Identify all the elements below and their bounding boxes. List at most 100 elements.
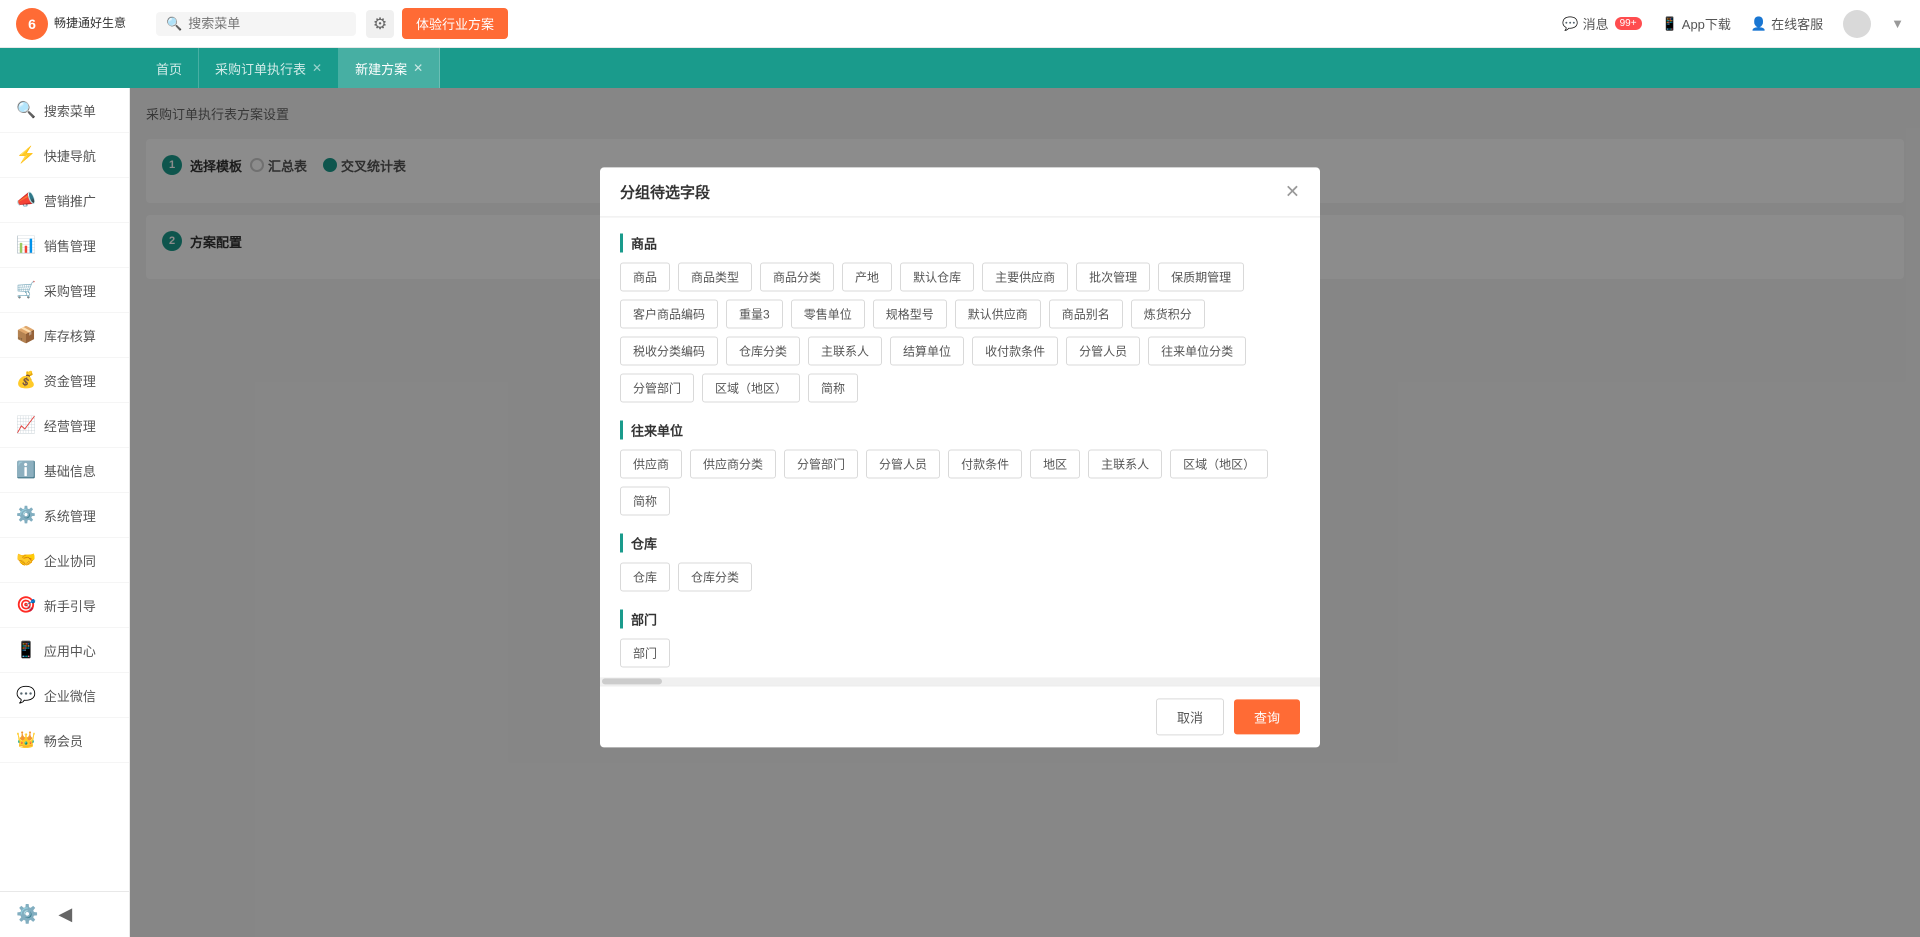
field-tag[interactable]: 分管部门	[620, 373, 694, 402]
field-tag[interactable]: 供应商	[620, 449, 682, 478]
sidebar-label-finance: 资金管理	[44, 371, 96, 390]
sidebar-collapse-button[interactable]: ◀	[58, 904, 72, 925]
guide-icon: 🎯	[16, 595, 36, 615]
sidebar-label-guide: 新手引导	[44, 596, 96, 615]
field-tag[interactable]: 规格型号	[873, 299, 947, 328]
tab-new-plan-close[interactable]: ✕	[413, 61, 423, 75]
field-tag[interactable]: 主联系人	[808, 336, 882, 365]
experience-plan-button[interactable]: 体验行业方案	[402, 8, 508, 39]
modal-close-button[interactable]: ✕	[1285, 182, 1300, 200]
operations-icon: 📈	[16, 415, 36, 435]
sidebar-settings-button[interactable]: ⚙️	[16, 904, 38, 925]
sidebar-item-operations[interactable]: 📈 经营管理	[0, 403, 129, 448]
sidebar-label-search: 搜索菜单	[44, 101, 96, 120]
field-tag[interactable]: 收付款条件	[972, 336, 1058, 365]
app-logo-icon: 6	[16, 8, 48, 40]
sidebar-item-finance[interactable]: 💰 资金管理	[0, 358, 129, 403]
message-button[interactable]: 💬 消息 99+	[1562, 14, 1641, 33]
field-tag[interactable]: 保质期管理	[1158, 262, 1244, 291]
message-icon: 💬	[1562, 16, 1578, 32]
sidebar-item-basic-info[interactable]: ℹ️ 基础信息	[0, 448, 129, 493]
field-tag[interactable]: 客户商品编码	[620, 299, 718, 328]
field-tag[interactable]: 付款条件	[948, 449, 1022, 478]
field-tag[interactable]: 部门	[620, 638, 670, 667]
cancel-button[interactable]: 取消	[1156, 698, 1224, 735]
sidebar-item-guide[interactable]: 🎯 新手引导	[0, 583, 129, 628]
tab-bar: 首页 采购订单执行表 ✕ 新建方案 ✕	[0, 48, 1920, 88]
field-tag[interactable]: 结算单位	[890, 336, 964, 365]
field-tag[interactable]: 分管部门	[784, 449, 858, 478]
field-tag[interactable]: 零售单位	[791, 299, 865, 328]
field-tag[interactable]: 往来单位分类	[1148, 336, 1246, 365]
sidebar-item-inventory[interactable]: 📦 库存核算	[0, 313, 129, 358]
sidebar-item-purchase[interactable]: 🛒 采购管理	[0, 268, 129, 313]
field-tag[interactable]: 默认供应商	[955, 299, 1041, 328]
sidebar-item-enterprise-wechat[interactable]: 💬 企业微信	[0, 673, 129, 718]
field-tag[interactable]: 分管人员	[866, 449, 940, 478]
sidebar-item-quick-nav[interactable]: ⚡ 快捷导航	[0, 133, 129, 178]
sidebar-item-member[interactable]: 👑 畅会员	[0, 718, 129, 763]
online-service-button[interactable]: 👤 在线客服	[1751, 14, 1823, 33]
sidebar-item-sales[interactable]: 📊 销售管理	[0, 223, 129, 268]
field-tag[interactable]: 区域（地区）	[1170, 449, 1268, 478]
sidebar-item-search[interactable]: 🔍 搜索菜单	[0, 88, 129, 133]
search-icon: 🔍	[166, 16, 182, 32]
field-tag[interactable]: 炼货积分	[1131, 299, 1205, 328]
enterprise-wechat-icon: 💬	[16, 685, 36, 705]
top-right-area: 💬 消息 99+ 📱 App下载 👤 在线客服 ▼	[1562, 10, 1904, 38]
user-dropdown-icon[interactable]: ▼	[1891, 16, 1904, 31]
sidebar-label-system: 系统管理	[44, 506, 96, 525]
field-tag[interactable]: 仓库分类	[678, 562, 752, 591]
field-tag[interactable]: 产地	[842, 262, 892, 291]
field-tag[interactable]: 默认仓库	[900, 262, 974, 291]
field-tag[interactable]: 地区	[1030, 449, 1080, 478]
search-bar[interactable]: 🔍	[156, 12, 356, 36]
tab-purchase-order[interactable]: 采购订单执行表 ✕	[199, 48, 339, 88]
search-input[interactable]	[188, 16, 328, 31]
field-tag[interactable]: 主联系人	[1088, 449, 1162, 478]
inventory-icon: 📦	[16, 325, 36, 345]
field-tag[interactable]: 区域（地区）	[702, 373, 800, 402]
field-section-warehouse: 仓库仓库仓库分类	[620, 533, 1300, 591]
sidebar-bottom: ⚙️ ◀	[0, 891, 129, 937]
sidebar-item-system[interactable]: ⚙️ 系统管理	[0, 493, 129, 538]
field-tag[interactable]: 商品	[620, 262, 670, 291]
field-tag[interactable]: 供应商分类	[690, 449, 776, 478]
app-download-icon: 📱	[1662, 16, 1678, 32]
settings-gear-button[interactable]: ⚙	[366, 10, 394, 38]
modal-body[interactable]: 商品商品商品类型商品分类产地默认仓库主要供应商批次管理保质期管理客户商品编码重量…	[600, 217, 1320, 677]
field-tag[interactable]: 分管人员	[1066, 336, 1140, 365]
member-icon: 👑	[16, 730, 36, 750]
user-avatar[interactable]	[1843, 10, 1871, 38]
field-tag[interactable]: 商品类型	[678, 262, 752, 291]
field-tag[interactable]: 仓库分类	[726, 336, 800, 365]
sidebar-item-marketing[interactable]: 📣 营销推广	[0, 178, 129, 223]
field-tag[interactable]: 简称	[620, 486, 670, 515]
field-tag[interactable]: 税收分类编码	[620, 336, 718, 365]
field-tag[interactable]: 批次管理	[1076, 262, 1150, 291]
field-tag[interactable]: 商品分类	[760, 262, 834, 291]
app-download-button[interactable]: 📱 App下载	[1662, 14, 1731, 33]
sidebar-label-quick-nav: 快捷导航	[44, 146, 96, 165]
sidebar-item-app-center[interactable]: 📱 应用中心	[0, 628, 129, 673]
field-tag[interactable]: 主要供应商	[982, 262, 1068, 291]
field-tag[interactable]: 商品别名	[1049, 299, 1123, 328]
modal-hscroll-thumb	[602, 678, 662, 684]
tab-new-plan[interactable]: 新建方案 ✕	[339, 48, 440, 88]
sidebar-label-marketing: 营销推广	[44, 191, 96, 210]
sidebar-label-enterprise: 企业协同	[44, 551, 96, 570]
tab-purchase-order-close[interactable]: ✕	[312, 61, 322, 75]
section-title-goods: 商品	[620, 233, 1300, 252]
modal-horizontal-scrollbar[interactable]	[600, 677, 1320, 685]
field-section-goods: 商品商品商品类型商品分类产地默认仓库主要供应商批次管理保质期管理客户商品编码重量…	[620, 233, 1300, 402]
fields-grid-goods: 商品商品类型商品分类产地默认仓库主要供应商批次管理保质期管理客户商品编码重量3 零…	[620, 262, 1300, 402]
modal-header: 分组待选字段 ✕	[600, 167, 1320, 217]
sidebar-item-enterprise[interactable]: 🤝 企业协同	[0, 538, 129, 583]
field-tag[interactable]: 简称	[808, 373, 858, 402]
field-tag[interactable]: 仓库	[620, 562, 670, 591]
confirm-button[interactable]: 查询	[1234, 699, 1300, 734]
field-tag[interactable]: 重量3	[726, 299, 783, 328]
tab-home[interactable]: 首页	[140, 48, 199, 88]
top-actions: ⚙ 体验行业方案	[366, 8, 508, 39]
sidebar-label-app-center: 应用中心	[44, 641, 96, 660]
